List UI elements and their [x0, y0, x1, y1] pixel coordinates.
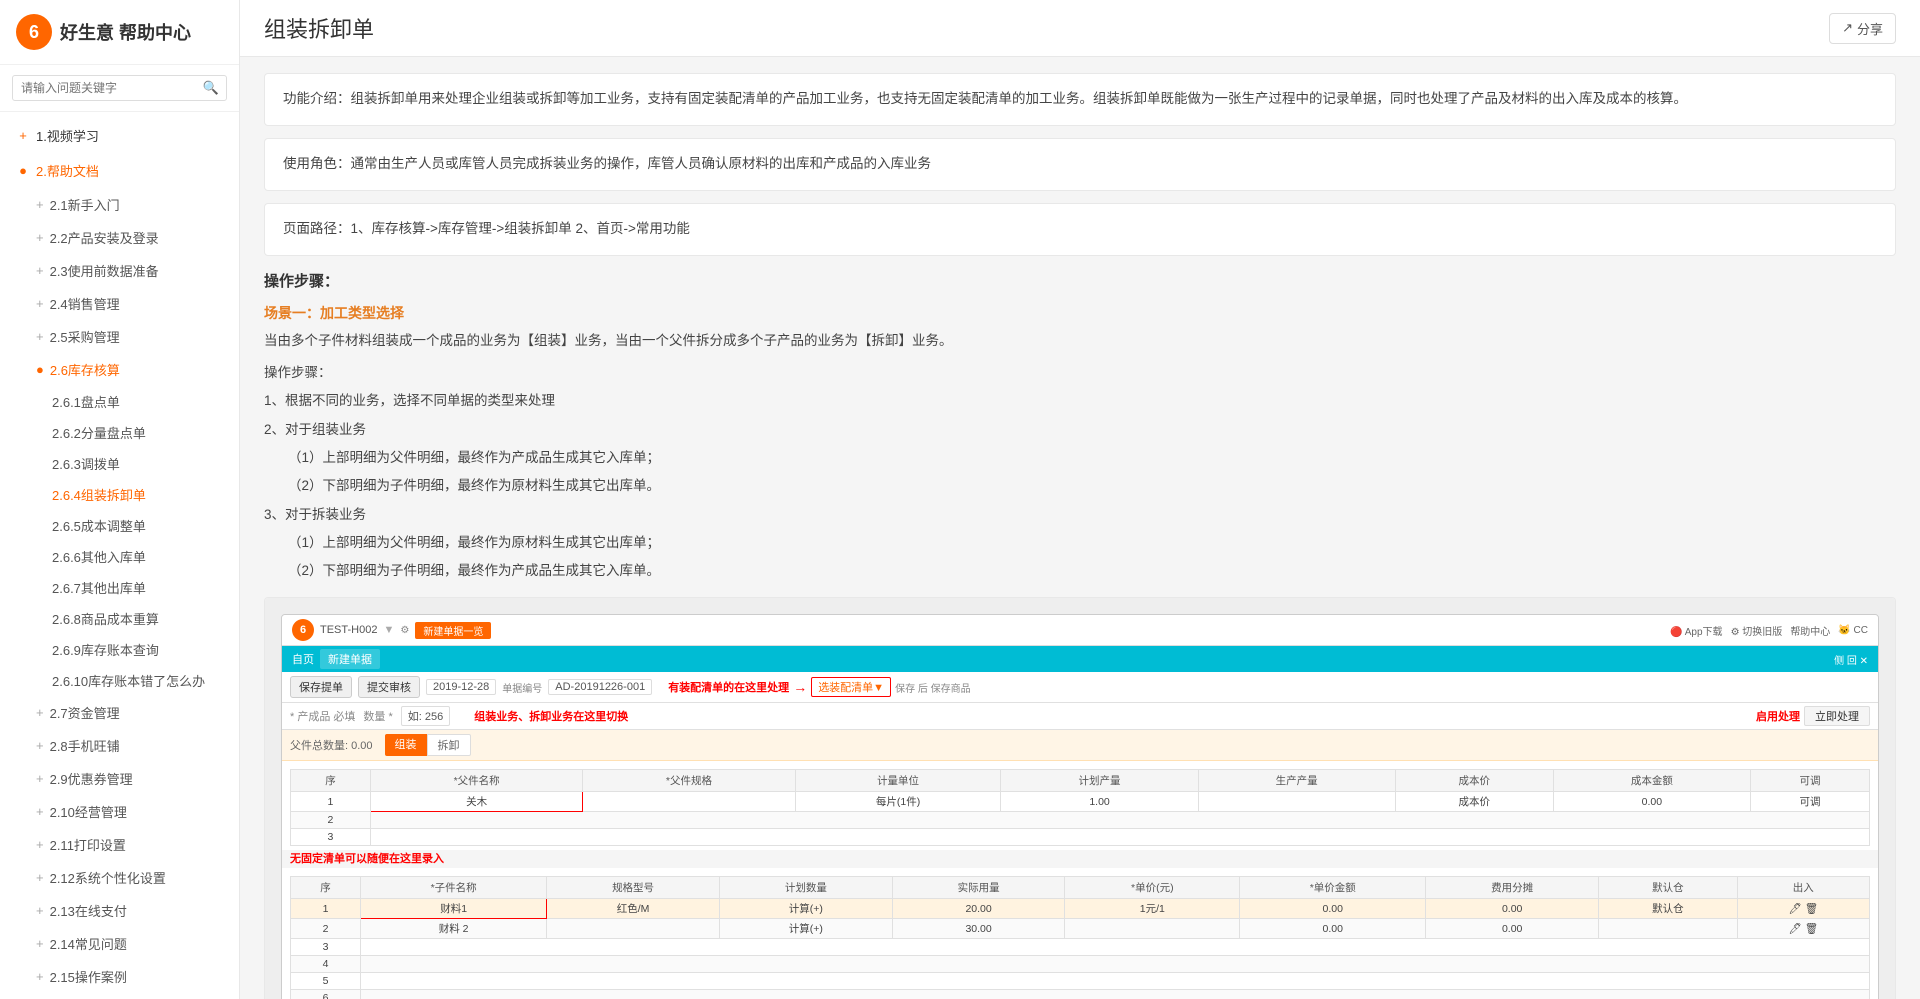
- table-row: 2 财料 2 计算(+) 30.00 0.00 0.00 🖊 🗑: [291, 919, 1870, 939]
- app-logo-icon: 6: [16, 14, 52, 50]
- app-logo-small: 6: [292, 619, 314, 641]
- sidebar-item-purchase[interactable]: + 2.5采购管理: [0, 320, 239, 353]
- screenshot-inner: 6 TEST-H002 ▼ ⚙ 新建单据一览 🔴 App下载 ⚙ 切换旧版 帮助…: [265, 598, 1895, 999]
- annotation-bottom-group: 无固定清单可以随便在这里录入: [282, 850, 1878, 868]
- table-row: 4: [291, 956, 1870, 973]
- screenshot-container: 6 TEST-H002 ▼ ⚙ 新建单据一览 🔴 App下载 ⚙ 切换旧版 帮助…: [264, 597, 1896, 999]
- sidebar-item-mgmt[interactable]: + 2.10经营管理: [0, 795, 239, 828]
- scene1-title: 场景一：加工类型选择: [264, 303, 1896, 323]
- parent-item-name[interactable]: 关木: [370, 792, 582, 812]
- sidebar-item-payment[interactable]: + 2.13在线支付: [0, 894, 239, 927]
- sidebar-item-beginner[interactable]: + 2.1新手入门: [0, 188, 239, 221]
- help-docs-subitems: + 2.1新手入门 + 2.2产品安装及登录 + 2.3使用前数据准备 + 2.…: [0, 188, 239, 993]
- top-bar: 组装拆卸单 ↗ 分享: [240, 0, 1920, 57]
- sidebar-item-video-learning[interactable]: + 1.视频学习: [0, 118, 239, 153]
- tab-assemble[interactable]: 组装: [385, 734, 427, 756]
- nav-section-1: + 1.视频学习: [0, 118, 239, 153]
- nav-section-2: ● 2.帮助文档 + 2.1新手入门 + 2.2产品安装及登录 + 2.3使用前…: [0, 153, 239, 993]
- inventory-subitems: 2.6.1盘点单 2.6.2分量盘点单 2.6.3调拨单 2.6.4组装拆卸单 …: [0, 386, 239, 696]
- mock-header-id: TEST-H002: [320, 624, 377, 636]
- expand-icon: +: [16, 129, 30, 143]
- table-row: 3: [291, 829, 1870, 846]
- search-box: 🔍: [0, 65, 239, 112]
- step1: 1、根据不同的业务，选择不同单据的类型来处理: [264, 389, 1896, 413]
- sidebar-item-transfer[interactable]: 2.6.3调拨单: [0, 448, 239, 479]
- sidebar-item-stocktake[interactable]: 2.6.1盘点单: [0, 386, 239, 417]
- mock-process-btn[interactable]: 立即处理: [1804, 706, 1870, 726]
- search-input[interactable]: [12, 75, 227, 101]
- sidebar-item-personalize[interactable]: + 2.12系统个性化设置: [0, 861, 239, 894]
- lower-table: 序 *子件名称 规格型号 计划数量 实际用量 *单价(元) *单价金额 费用分摊…: [290, 876, 1870, 999]
- share-button[interactable]: ↗ 分享: [1829, 13, 1896, 44]
- sidebar-item-install[interactable]: + 2.2产品安装及登录: [0, 221, 239, 254]
- step2-2: （2）下部明细为子件明细，最终作为原材料生成其它出库单。: [264, 474, 1896, 498]
- sidebar-item-stock-fix[interactable]: 2.6.10库存账本错了怎么办: [0, 665, 239, 696]
- annotation-top-group: 有装配清单的在这里处理 → 选装配清单▼ 保存 后 保存商品: [668, 677, 970, 697]
- sidebar-item-cost-recalc[interactable]: 2.6.8商品成本重算: [0, 603, 239, 634]
- sidebar-item-other-in[interactable]: 2.6.6其他入库单: [0, 541, 239, 572]
- sidebar: 6 好生意 帮助中心 🔍 + 1.视频学习 ● 2.帮助文档 + 2.1新手入门: [0, 0, 240, 999]
- sidebar-item-other-out[interactable]: 2.6.7其他出库单: [0, 572, 239, 603]
- type-switch-tabs: 组装 拆卸: [385, 734, 471, 756]
- search-icon[interactable]: 🔍: [203, 80, 219, 96]
- mock-teal-bar: 自页 新建单据 侧 回 ✕: [282, 646, 1878, 672]
- step3-2: （2）下部明细为子件明细，最终作为产成品生成其它入库单。: [264, 559, 1896, 583]
- ops-label: 操作步骤：: [264, 361, 1896, 385]
- table-row: 5: [291, 973, 1870, 990]
- mock-submit-btn[interactable]: 提交审核: [358, 676, 420, 698]
- intro-block-1: 功能介绍：组装拆卸单用来处理企业组装或拆卸等加工业务，支持有固定装配清单的产品加…: [264, 73, 1896, 126]
- table-row: 1 关木 每片(1件) 1.00 成本价 0.00 可调: [291, 792, 1870, 812]
- sidebar-item-cost-adj[interactable]: 2.6.5成本调整单: [0, 510, 239, 541]
- step3-1: （1）上部明细为父件明细，最终作为原材料生成其它出库单；: [264, 531, 1896, 555]
- child-item-name[interactable]: 财料1: [361, 899, 547, 919]
- mock-doc-no: AD-20191226-001: [548, 679, 652, 695]
- ops-title: 操作步骤：: [264, 270, 1896, 291]
- sidebar-section-label: 1.视频学习: [36, 126, 99, 145]
- step3: 3、对于拆装业务: [264, 503, 1896, 527]
- path-block: 页面路径：1、库存核算->库存管理->组装拆卸单 2、首页->常用功能: [264, 203, 1896, 256]
- sidebar-item-inventory[interactable]: ● 2.6库存核算: [0, 353, 239, 386]
- sidebar-item-sales[interactable]: + 2.4销售管理: [0, 287, 239, 320]
- annotation-process-group: 启用处理 立即处理: [1756, 706, 1870, 726]
- main-content: 组装拆卸单 ↗ 分享 功能介绍：组装拆卸单用来处理企业组装或拆卸等加工业务，支持…: [240, 0, 1920, 999]
- upper-table: 序 *父件名称 *父件规格 计量单位 计划产量 生产产量 成本价 成本金额 可调: [290, 769, 1870, 846]
- sidebar-item-case[interactable]: + 2.15操作案例: [0, 960, 239, 993]
- mock-app: 6 TEST-H002 ▼ ⚙ 新建单据一览 🔴 App下载 ⚙ 切换旧版 帮助…: [281, 614, 1879, 999]
- sidebar-item-mobile[interactable]: + 2.8手机旺铺: [0, 729, 239, 762]
- page-title: 组装拆卸单: [264, 12, 374, 44]
- scene1-desc: 当由多个子件材料组装成一个成品的业务为【组装】业务，当由一个父件拆分成多个子产品…: [264, 329, 1896, 353]
- content-area: 功能介绍：组装拆卸单用来处理企业组装或拆卸等加工业务，支持有固定装配清单的产品加…: [240, 57, 1920, 999]
- annotation-type-group: 组装业务、拆卸业务在这里切换: [474, 708, 628, 724]
- table-row: 2: [291, 812, 1870, 829]
- mock-new-btn[interactable]: 新建单据一览: [415, 622, 491, 639]
- sidebar-item-finance[interactable]: + 2.7资金管理: [0, 696, 239, 729]
- sidebar-item-data-prep[interactable]: + 2.3使用前数据准备: [0, 254, 239, 287]
- sidebar-item-coupon[interactable]: + 2.9优惠券管理: [0, 762, 239, 795]
- upper-table-container: 序 *父件名称 *父件规格 计量单位 计划产量 生产产量 成本价 成本金额 可调: [282, 761, 1878, 850]
- app-logo-text: 好生意 帮助中心: [60, 19, 191, 45]
- table-row: 1 财料1 红色/M 计算(+) 20.00 1元/1 0.00 0.00 默认…: [291, 899, 1870, 919]
- tab-disassemble[interactable]: 拆卸: [427, 734, 471, 756]
- mock-assembly-list-btn[interactable]: 选装配清单▼: [811, 677, 891, 697]
- sidebar-item-print[interactable]: + 2.11打印设置: [0, 828, 239, 861]
- share-icon: ↗: [1842, 20, 1853, 36]
- collapse-icon: ●: [16, 164, 30, 178]
- intro-block-2: 使用角色：通常由生产人员或库管人员完成拆装业务的操作，库管人员确认原材料的出库和…: [264, 138, 1896, 191]
- step2: 2、对于组装业务: [264, 418, 1896, 442]
- table-row: 3: [291, 939, 1870, 956]
- step2-1: （1）上部明细为父件明细，最终作为产成品生成其它入库单；: [264, 446, 1896, 470]
- table-row: 6: [291, 990, 1870, 999]
- sidebar-item-faq[interactable]: + 2.14常见问题: [0, 927, 239, 960]
- sidebar-item-assembly[interactable]: 2.6.4组装拆卸单: [0, 479, 239, 510]
- mock-date: 2019-12-28: [426, 679, 496, 695]
- sidebar-item-stock-ledger[interactable]: 2.6.9库存账本查询: [0, 634, 239, 665]
- sidebar-item-partial-stocktake[interactable]: 2.6.2分量盘点单: [0, 417, 239, 448]
- nav-tree: + 1.视频学习 ● 2.帮助文档 + 2.1新手入门 + 2.2产品安装及登录: [0, 112, 239, 999]
- sidebar-item-help-docs[interactable]: ● 2.帮助文档: [0, 153, 239, 188]
- lower-table-container: 序 *子件名称 规格型号 计划数量 实际用量 *单价(元) *单价金额 费用分摊…: [282, 868, 1878, 999]
- sidebar-section-label: 2.帮助文档: [36, 161, 99, 180]
- mock-save-btn[interactable]: 保存提单: [290, 676, 352, 698]
- logo-bar: 6 好生意 帮助中心: [0, 0, 239, 65]
